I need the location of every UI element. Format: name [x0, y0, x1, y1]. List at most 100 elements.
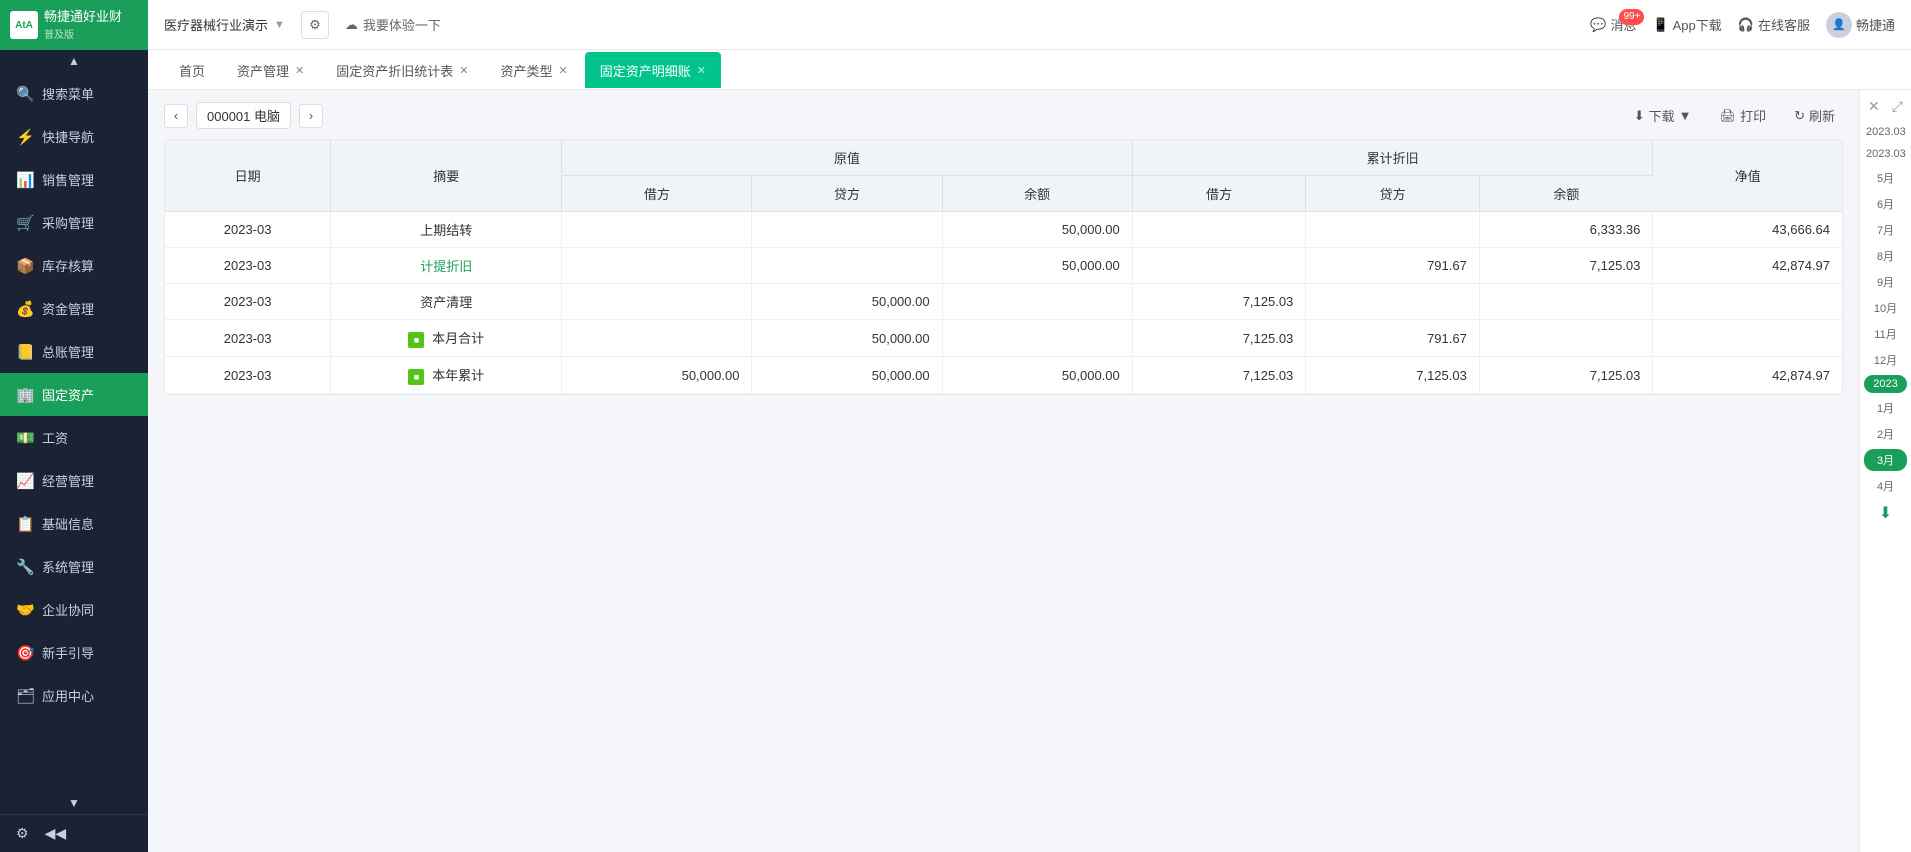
col-net-value: 净值 [1653, 140, 1842, 212]
panel-month-7[interactable]: 7月 [1864, 219, 1907, 241]
summary-link[interactable]: 计提折旧 [420, 259, 472, 274]
download-button[interactable]: ⬇ 下载 ▼ [1626, 102, 1700, 129]
panel-month-3[interactable]: 3月 [1864, 449, 1907, 471]
sidebar-item-finance[interactable]: 💰 资金管理 [0, 287, 148, 330]
tab-fixed-detail[interactable]: 固定资产明细账 ✕ [585, 52, 721, 88]
panel-month-11[interactable]: 11月 [1864, 323, 1907, 345]
company-selector[interactable]: 医疗器械行业演示 ▼ [164, 15, 285, 34]
sidebar-item-ledger[interactable]: 📒 总账管理 [0, 330, 148, 373]
panel-section-year[interactable]: 2023.03 [1864, 145, 1907, 163]
tab-asset-type-close[interactable]: ✕ [559, 64, 568, 77]
toolbar-right: ⬇ 下载 ▼ 🖨 打印 ↻ 刷新 [1626, 102, 1843, 129]
panel-year-2023[interactable]: 2023 [1864, 375, 1907, 393]
customer-service-button[interactable]: 🎧 在线客服 [1738, 15, 1810, 34]
right-panel: ✕ ⤢ 2023.03 2023.03 5月 6月 7月 8月 9月 10月 1… [1859, 90, 1911, 852]
service-label: 在线客服 [1758, 15, 1810, 34]
prev-asset-button[interactable]: ‹ [164, 104, 188, 128]
refresh-button[interactable]: ↻ 刷新 [1786, 102, 1843, 129]
tab-asset-mgmt-label: 资产管理 [237, 61, 289, 80]
row-acc-balance: 6,333.36 [1479, 212, 1653, 248]
experience-button[interactable]: ☁ 我要体验一下 [345, 15, 441, 34]
sidebar-item-system[interactable]: 🔧 系统管理 [0, 545, 148, 588]
company-name: 医疗器械行业演示 [164, 15, 268, 34]
asset-name: 电脑 [254, 109, 280, 124]
message-badge: 99+ [1619, 9, 1644, 25]
tab-fixed-detail-close[interactable]: ✕ [697, 64, 706, 77]
quick-nav-icon: ⚡ [16, 128, 34, 146]
row-net-value: 42,874.97 [1653, 248, 1842, 284]
row-date: 2023-03 [165, 248, 331, 284]
download-icon: ⬇ [1634, 108, 1645, 124]
asset-tag: 000001 电脑 [196, 102, 291, 129]
sidebar-item-operations[interactable]: 📈 经营管理 [0, 459, 148, 502]
panel-down-arrow[interactable]: ⬇ [1879, 503, 1892, 523]
sidebar-item-purchase[interactable]: 🛒 采购管理 [0, 201, 148, 244]
tab-bar: 首页 资产管理 ✕ 固定资产折旧统计表 ✕ 资产类型 ✕ 固定资产明细账 ✕ [148, 50, 1911, 90]
experience-label: 我要体验一下 [363, 15, 441, 34]
purchase-icon: 🛒 [16, 214, 34, 232]
sidebar-item-apps[interactable]: 🗂 应用中心 [0, 674, 148, 717]
refresh-label: 刷新 [1809, 106, 1835, 125]
fixed-assets-icon: 🏢 [16, 386, 34, 404]
company-settings-button[interactable]: ⚙ [301, 11, 329, 39]
panel-month-2[interactable]: 2月 [1864, 423, 1907, 445]
panel-month-1[interactable]: 1月 [1864, 397, 1907, 419]
row-orig-credit: 50,000.00 [752, 357, 942, 394]
user-avatar-button[interactable]: 👤 畅捷通 [1826, 12, 1895, 38]
panel-month-8[interactable]: 8月 [1864, 245, 1907, 267]
row-summary: 上期结转 [331, 212, 562, 248]
row-orig-credit: 50,000.00 [752, 284, 942, 320]
panel-month-5[interactable]: 5月 [1864, 167, 1907, 189]
panel-month-12[interactable]: 12月 [1864, 349, 1907, 371]
tab-asset-mgmt-close[interactable]: ✕ [295, 64, 304, 77]
row-date: 2023-03 [165, 357, 331, 394]
col-original-value: 原值 [562, 140, 1132, 176]
panel-expand-icon[interactable]: ⤢ [1892, 98, 1903, 115]
sidebar-item-collab[interactable]: 🤝 企业协同 [0, 588, 148, 631]
panel-month-6[interactable]: 6月 [1864, 193, 1907, 215]
row-summary: ■ 本年累计 [331, 357, 562, 394]
panel-close-icon[interactable]: ✕ [1868, 98, 1880, 115]
tab-asset-mgmt[interactable]: 资产管理 ✕ [222, 52, 319, 88]
topbar-right: 💬 消息 99+ 📱 App下载 🎧 在线客服 👤 畅捷通 [1590, 12, 1895, 38]
panel-month-4[interactable]: 4月 [1864, 475, 1907, 497]
col-acc-balance: 余额 [1479, 176, 1653, 212]
sidebar-item-sales[interactable]: 📊 销售管理 [0, 158, 148, 201]
detail-table: 日期 摘要 原值 累计折旧 净值 借方 贷方 余额 借方 贷方 余额 [165, 140, 1842, 394]
sidebar-item-quick-nav[interactable]: ⚡ 快捷导航 [0, 115, 148, 158]
avatar: 👤 [1826, 12, 1852, 38]
sidebar-item-inventory[interactable]: 📦 库存核算 [0, 244, 148, 287]
sidebar: AtA 畅捷通好业财 普及版 ▲ 🔍 搜索菜单 ⚡ 快捷导航 📊 销售管理 🛒 … [0, 0, 148, 852]
print-button[interactable]: 🖨 打印 [1712, 102, 1775, 129]
topbar: 医疗器械行业演示 ▼ ⚙ ☁ 我要体验一下 💬 消息 99+ 📱 App下载 🎧… [148, 0, 1911, 50]
message-button[interactable]: 💬 消息 99+ [1590, 15, 1636, 34]
sidebar-item-search[interactable]: 🔍 搜索菜单 [0, 72, 148, 115]
col-acc-debit: 借方 [1132, 176, 1306, 212]
collapse-icon[interactable]: ◀◀ [45, 825, 67, 842]
panel-month-9[interactable]: 9月 [1864, 271, 1907, 293]
row-acc-credit: 7,125.03 [1306, 357, 1480, 394]
panel-month-10[interactable]: 10月 [1864, 297, 1907, 319]
sidebar-scroll-down[interactable]: ▼ [0, 792, 148, 814]
sidebar-item-guide[interactable]: 🎯 新手引导 [0, 631, 148, 674]
tab-fixed-depreciation[interactable]: 固定资产折旧统计表 ✕ [321, 52, 483, 88]
table-row: 2023-03 计提折旧 50,000.00 791.67 7,125.03 4… [165, 248, 1842, 284]
table-row: 2023-03 ■ 本月合计 50,000.00 7,125.03 791.67 [165, 320, 1842, 357]
sidebar-scroll-up[interactable]: ▲ [0, 50, 148, 72]
tab-home[interactable]: 首页 [164, 52, 220, 88]
tab-asset-type[interactable]: 资产类型 ✕ [485, 52, 582, 88]
collab-icon: 🤝 [16, 601, 34, 619]
sidebar-item-salary[interactable]: 💵 工资 [0, 416, 148, 459]
row-summary: 计提折旧 [331, 248, 562, 284]
settings-icon[interactable]: ⚙ [16, 825, 29, 842]
print-icon: 🖨 [1720, 108, 1737, 124]
tab-fixed-depreciation-close[interactable]: ✕ [459, 64, 468, 77]
sidebar-item-fixed-assets[interactable]: 🏢 固定资产 [0, 373, 148, 416]
panel-top-year[interactable]: 2023.03 [1864, 123, 1907, 141]
sidebar-nav: 🔍 搜索菜单 ⚡ 快捷导航 📊 销售管理 🛒 采购管理 📦 库存核算 💰 资金管… [0, 72, 148, 792]
app-download-button[interactable]: 📱 App下载 [1652, 15, 1721, 34]
tab-fixed-depreciation-label: 固定资产折旧统计表 [336, 61, 453, 80]
sidebar-item-base-info[interactable]: 📋 基础信息 [0, 502, 148, 545]
main-content: ‹ 000001 电脑 › ⬇ 下载 ▼ 🖨 打印 [148, 90, 1859, 852]
next-asset-button[interactable]: › [299, 104, 323, 128]
